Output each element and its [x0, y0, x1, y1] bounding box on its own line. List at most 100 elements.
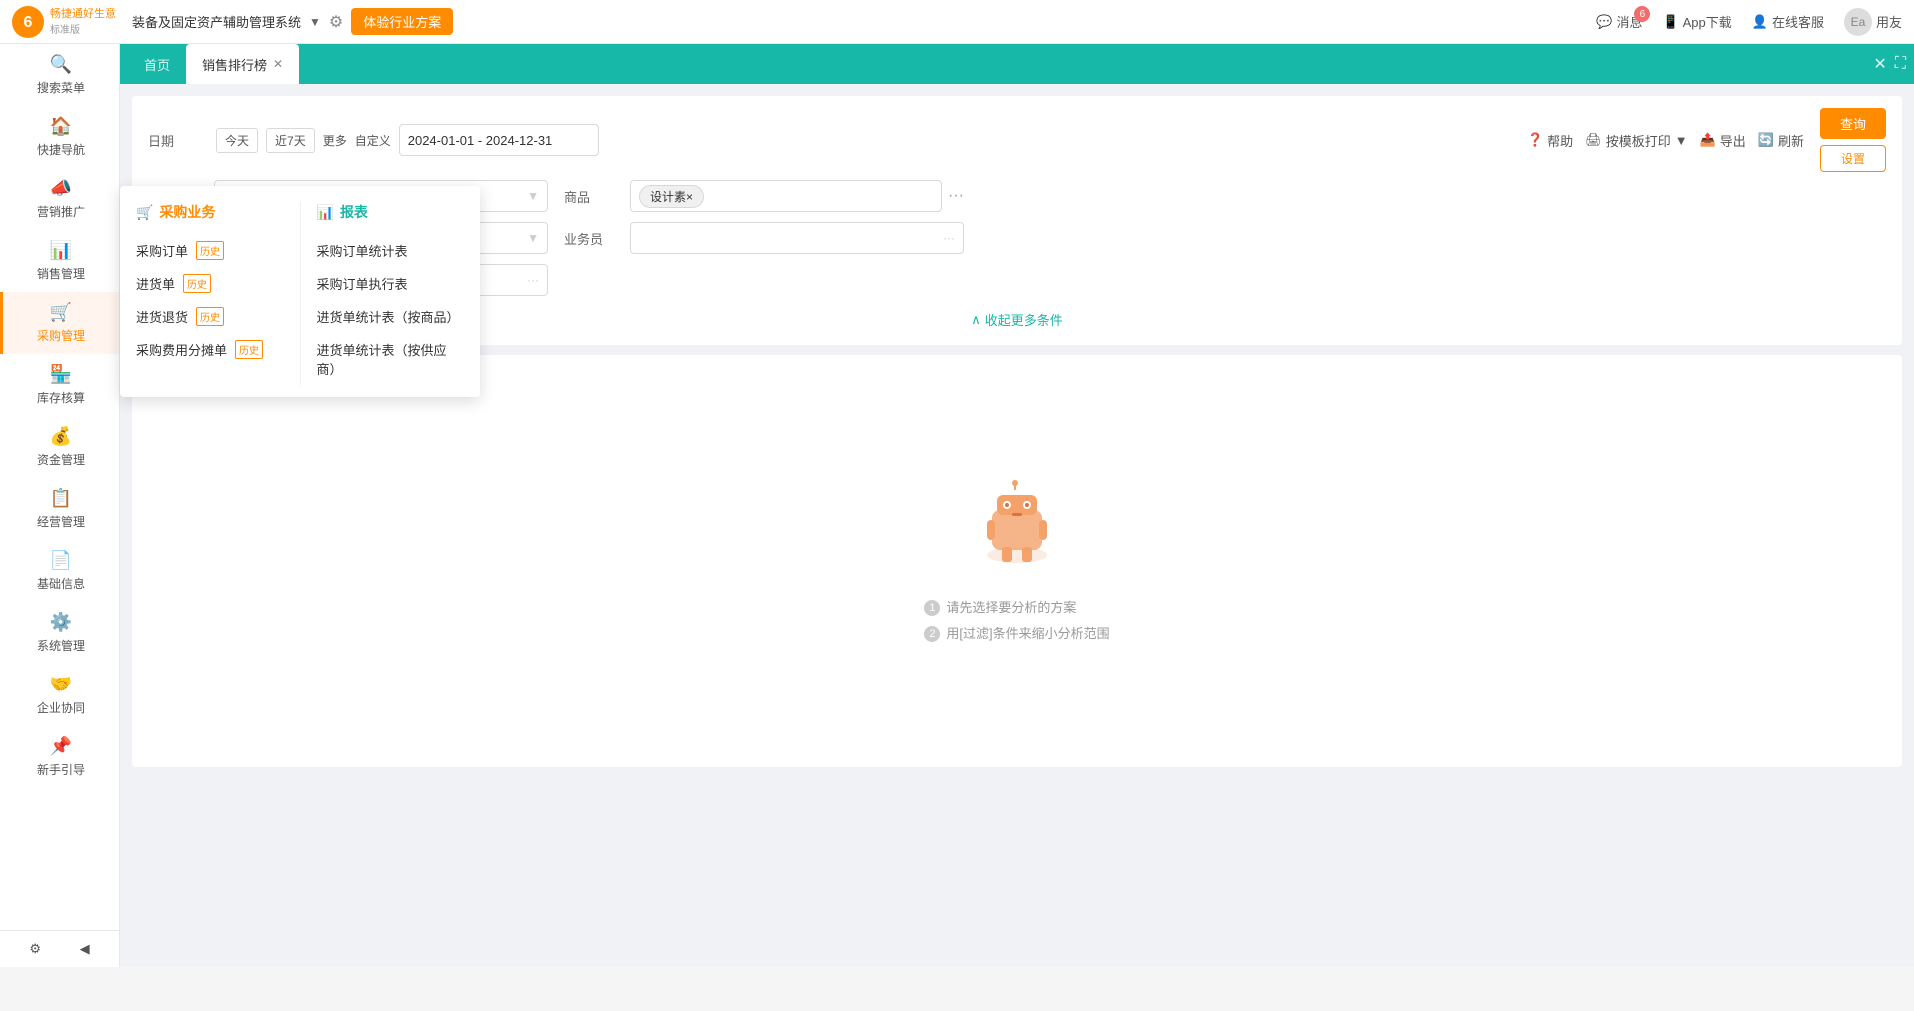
- history-badge-inbound-return: 历史: [196, 307, 224, 326]
- tab-close-all-btn[interactable]: ✕: [1873, 54, 1886, 74]
- date-more-btn[interactable]: 更多: [323, 132, 347, 149]
- marketing-icon: 📣: [50, 178, 72, 199]
- query-btn[interactable]: 查询: [1820, 108, 1886, 139]
- menu-item-purchase-order[interactable]: 采购订单 历史: [136, 234, 284, 267]
- sidebar-collapse-btn[interactable]: ◀: [80, 941, 90, 957]
- main-layout: 🔍 搜索菜单 🏠 快捷导航 📣 营销推广 📊 销售管理 🛒 采购管理 🏪 库存核…: [0, 44, 1914, 967]
- sidebar-item-enterprise[interactable]: 🤝 企业协同: [0, 664, 119, 726]
- user-avatar: Ea: [1844, 8, 1872, 36]
- tab-sales-rank[interactable]: 销售排行榜 ✕: [186, 44, 299, 84]
- history-badge-purchase-expense: 历史: [235, 340, 263, 359]
- header-center: 装备及固定资产辅助管理系统 ▼ ⚙ 体验行业方案: [132, 8, 1596, 35]
- online-service-btn[interactable]: 👤 在线客服: [1752, 12, 1824, 31]
- date-today-btn[interactable]: 今天: [216, 128, 258, 153]
- menu-item-purchase-order-stats[interactable]: 采购订单统计表: [317, 234, 465, 267]
- enterprise-icon: 🤝: [50, 674, 72, 695]
- logo-icon: 6: [12, 6, 44, 38]
- purchase-business-section: 🛒 采购业务 采购订单 历史 进货单 历史 进货退货 历史 采购费用分摊单 历史: [120, 202, 300, 385]
- sidebar-item-quicknav[interactable]: 🏠 快捷导航: [0, 106, 119, 168]
- home-icon: 🏠: [50, 116, 72, 137]
- query-area: 查询 设置: [1820, 108, 1886, 172]
- empty-state-icon: [967, 475, 1067, 575]
- empty-tips: 1 请先选择要分析的方案 2 用[过滤]条件来缩小分析范围: [924, 595, 1109, 647]
- user-area[interactable]: Ea 用友: [1844, 8, 1902, 36]
- sidebar-item-sales[interactable]: 📊 销售管理: [0, 230, 119, 292]
- goods-tag[interactable]: 设计素×: [639, 185, 704, 208]
- tab-maximize-btn[interactable]: ⛶: [1895, 55, 1906, 73]
- purchase-section-title: 🛒 采购业务: [136, 202, 284, 222]
- menu-item-inbound-return[interactable]: 进货退货 历史: [136, 300, 284, 333]
- date-7days-btn[interactable]: 近7天: [266, 128, 315, 153]
- purchase-section-icon: 🛒: [136, 204, 153, 221]
- empty-state: 1 请先选择要分析的方案 2 用[过滤]条件来缩小分析范围: [132, 395, 1902, 727]
- system-icon: ⚙️: [50, 612, 72, 633]
- purchase-dropdown-menu: 🛒 采购业务 采购订单 历史 进货单 历史 进货退货 历史 采购费用分摊单 历史…: [120, 186, 480, 397]
- goods-more-btn[interactable]: ···: [948, 187, 964, 205]
- search-icon: 🔍: [50, 54, 72, 75]
- inventory-icon: 🏪: [50, 364, 72, 385]
- sidebar-item-finance[interactable]: 💰 资金管理: [0, 416, 119, 478]
- message-icon: 💬: [1596, 14, 1612, 30]
- report-section: 📊 报表 采购订单统计表 采购订单执行表 进货单统计表（按商品） 进货单统计表（…: [300, 202, 481, 385]
- header-settings-btn[interactable]: ⚙: [329, 12, 343, 32]
- app-download-btn[interactable]: 📱 App下载: [1662, 12, 1731, 31]
- messages-btn[interactable]: 💬 消息 6: [1596, 12, 1642, 31]
- message-badge: 6: [1634, 6, 1650, 22]
- date-input[interactable]: [399, 124, 599, 156]
- menu-item-inbound-stats-goods[interactable]: 进货单统计表（按商品）: [317, 300, 465, 333]
- help-icon: ❓: [1527, 132, 1543, 148]
- newbie-icon: 📌: [50, 736, 72, 757]
- salesman-label: 业务员: [564, 229, 624, 248]
- sidebar-label-marketing: 营销推广: [37, 203, 85, 220]
- logo-area: 6 畅捷通好生意 标准版: [12, 6, 132, 38]
- print-icon: 🖨: [1585, 132, 1602, 148]
- print-btn[interactable]: 🖨 按模板打印 ▼: [1585, 131, 1687, 150]
- purchase-icon: 🛒: [50, 302, 72, 323]
- sidebar-item-basic[interactable]: 📄 基础信息: [0, 540, 119, 602]
- basic-icon: 📄: [50, 550, 72, 571]
- menu-item-purchase-order-exec[interactable]: 采购订单执行表: [317, 267, 465, 300]
- sales-icon: 📊: [50, 240, 72, 261]
- help-btn[interactable]: ❓ 帮助: [1527, 131, 1573, 150]
- sidebar-label-operations: 经营管理: [37, 513, 85, 530]
- toolbar-right: ❓ 帮助 🖨 按模板打印 ▼ 📤 导出 🔄: [1527, 131, 1804, 150]
- logo-text: 畅捷通好生意: [50, 7, 116, 21]
- menu-item-purchase-expense[interactable]: 采购费用分摊单 历史: [136, 333, 284, 366]
- menu-item-inbound-stats-supplier[interactable]: 进货单统计表（按供应商）: [317, 333, 465, 385]
- date-custom-btn[interactable]: 自定义: [355, 132, 391, 149]
- sidebar-item-marketing[interactable]: 📣 营销推广: [0, 168, 119, 230]
- sidebar-item-newbie[interactable]: 📌 新手引导: [0, 726, 119, 788]
- industry-btn[interactable]: 体验行业方案: [351, 8, 453, 35]
- header-right: 💬 消息 6 📱 App下载 👤 在线客服 Ea 用友: [1596, 8, 1902, 36]
- operations-icon: 📋: [50, 488, 72, 509]
- refresh-btn[interactable]: 🔄 刷新: [1758, 131, 1804, 150]
- history-badge-inbound: 历史: [183, 274, 211, 293]
- sidebar-item-inventory[interactable]: 🏪 库存核算: [0, 354, 119, 416]
- sidebar-bottom: ⚙ ◀: [0, 930, 119, 967]
- export-btn[interactable]: 📤 导出: [1700, 131, 1746, 150]
- sidebar-label-quicknav: 快捷导航: [37, 141, 85, 158]
- report-section-title: 📊 报表: [317, 202, 465, 222]
- service-icon: 👤: [1752, 14, 1768, 30]
- sidebar-label-newbie: 新手引导: [37, 761, 85, 778]
- refresh-icon: 🔄: [1758, 132, 1774, 148]
- collapse-icon: ∧: [971, 312, 981, 328]
- date-label: 日期: [148, 131, 208, 150]
- toolbar-row: 日期 今天 近7天 更多 自定义 ❓ 帮助 🖨: [148, 108, 1886, 172]
- history-badge-purchase-order: 历史: [196, 241, 224, 260]
- setup-btn[interactable]: 设置: [1820, 145, 1886, 172]
- sidebar-item-system[interactable]: ⚙️ 系统管理: [0, 602, 119, 664]
- system-dropdown-btn[interactable]: ▼: [309, 15, 321, 29]
- sidebar-item-operations[interactable]: 📋 经营管理: [0, 478, 119, 540]
- sidebar-settings-btn[interactable]: ⚙: [29, 941, 41, 957]
- sidebar-item-purchase[interactable]: 🛒 采购管理: [0, 292, 119, 354]
- logo-sub: 标准版: [50, 21, 116, 36]
- sidebar-item-search[interactable]: 🔍 搜索菜单: [0, 44, 119, 106]
- finance-icon: 💰: [50, 426, 72, 447]
- menu-item-inbound[interactable]: 进货单 历史: [136, 267, 284, 300]
- sidebar-label-search: 搜索菜单: [37, 79, 85, 96]
- empty-state-panel: 1 请先选择要分析的方案 2 用[过滤]条件来缩小分析范围: [132, 355, 1902, 767]
- tab-home[interactable]: 首页: [128, 44, 186, 84]
- tab-close-sales-rank[interactable]: ✕: [273, 57, 283, 71]
- goods-label: 商品: [564, 187, 624, 206]
